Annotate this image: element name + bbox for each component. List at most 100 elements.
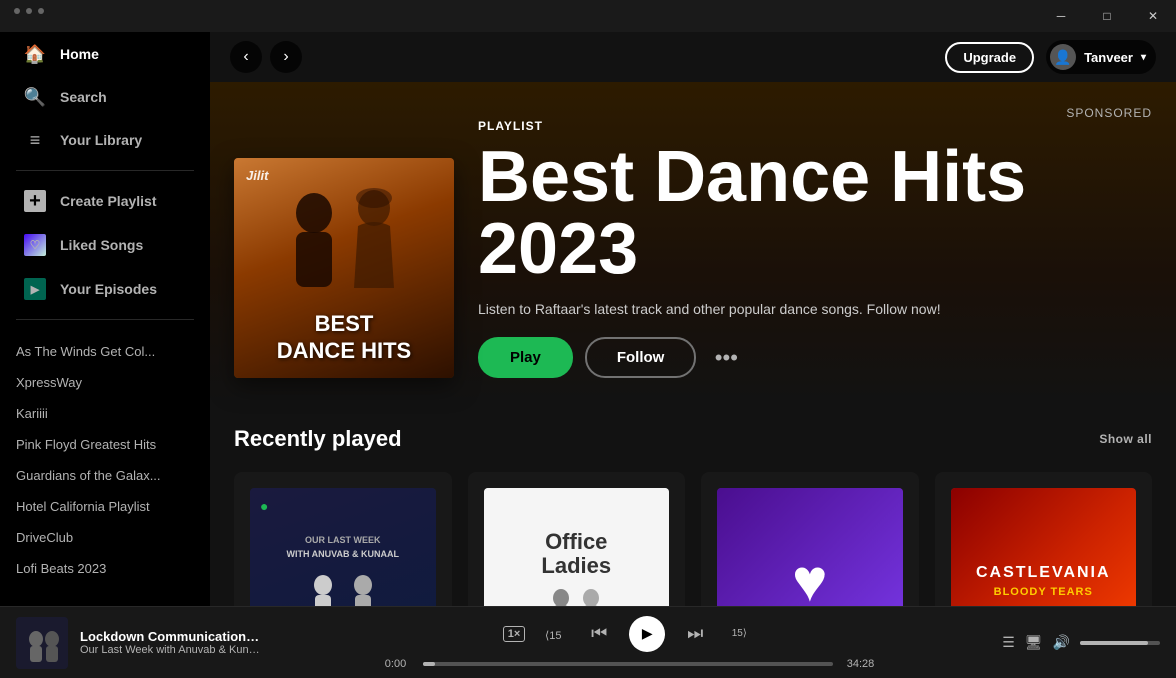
player-time-total: 34:28	[843, 658, 878, 670]
spotify-logo-icon: ●	[260, 498, 280, 518]
more-options-button[interactable]: •••	[708, 340, 744, 376]
maximize-button[interactable]: □	[1084, 0, 1130, 32]
player-center: 1× ⟨15 ⏮ ▶ ⏭ 15⟩ 0:00 34:28	[312, 616, 944, 670]
titlebar-dot-1	[14, 8, 20, 14]
prev-track-button[interactable]: ⏮	[585, 620, 613, 648]
upgrade-button[interactable]: Upgrade	[945, 42, 1034, 73]
hero-image: Jilit BESTDANCE HITS	[234, 158, 454, 378]
hero-section: Jilit BESTDANCE HITS	[210, 82, 1176, 402]
player-track-name: Lockdown Communication Breakdow	[80, 629, 260, 644]
player-controls: 1× ⟨15 ⏮ ▶ ⏭ 15⟩	[503, 616, 754, 652]
hero-actions: Play Follow •••	[478, 337, 1152, 378]
main-content: ‹ › Upgrade 👤 Tanveer ▾ Jilit	[210, 32, 1176, 606]
queue-button[interactable]: ☰	[1002, 634, 1015, 651]
svg-text:⟨15: ⟨15	[545, 630, 562, 642]
playlist-item-5[interactable]: Hotel California Playlist	[0, 491, 210, 522]
cards-grid: ● OUR LAST WEEK WITH ANUVAB & KUNAAL	[234, 472, 1152, 606]
home-icon: 🏠	[24, 43, 46, 65]
liked-songs-button[interactable]: ♡ Liked Songs	[8, 224, 202, 266]
playlist-item-0[interactable]: As The Winds Get Col...	[0, 336, 210, 367]
header-right: Upgrade 👤 Tanveer ▾	[945, 40, 1156, 74]
sidebar-item-home-label: Home	[60, 46, 99, 62]
card4-sub-title: BLOODY TEARS	[994, 586, 1093, 598]
player-track-artist: Our Last Week with Anuvab & Kunaal (Engl…	[80, 644, 260, 656]
hero-tag: PLAYLIST	[478, 119, 1152, 133]
card-image-2: ♥	[717, 488, 903, 606]
player-track-info: Lockdown Communication Breakdow Our Last…	[16, 617, 296, 669]
play-pause-button[interactable]: ▶	[629, 616, 665, 652]
sidebar-item-library-label: Your Library	[60, 132, 142, 148]
playlist-list: As The Winds Get Col... XpressWay Kariii…	[0, 336, 210, 584]
nav-arrows: ‹ ›	[230, 41, 302, 73]
player-thumbnail	[16, 617, 68, 669]
section-header: Recently played Show all	[234, 426, 1152, 452]
episodes-icon: ▶	[24, 278, 46, 300]
volume-bar[interactable]	[1080, 641, 1160, 645]
hero-info: PLAYLIST Best Dance Hits 2023 Listen to …	[478, 119, 1152, 378]
show-all-link[interactable]: Show all	[1099, 432, 1152, 446]
back-button[interactable]: ‹	[230, 41, 262, 73]
player-time-current: 0:00	[378, 658, 413, 670]
user-menu-button[interactable]: 👤 Tanveer ▾	[1046, 40, 1156, 74]
forward-button[interactable]: ›	[270, 41, 302, 73]
player-bar: Lockdown Communication Breakdow Our Last…	[0, 606, 1176, 678]
titlebar-dot-2	[26, 8, 32, 14]
liked-songs-label: Liked Songs	[60, 237, 143, 253]
your-episodes-button[interactable]: ▶ Your Episodes	[8, 268, 202, 310]
search-icon: 🔍	[24, 86, 46, 108]
main-header: ‹ › Upgrade 👤 Tanveer ▾	[210, 32, 1176, 82]
hero-title: Best Dance Hits 2023	[478, 141, 1152, 285]
sidebar-item-home[interactable]: 🏠 Home	[8, 33, 202, 75]
playlist-item-3[interactable]: Pink Floyd Greatest Hits	[0, 429, 210, 460]
create-playlist-button[interactable]: + Create Playlist	[8, 180, 202, 222]
next-track-button[interactable]: ⏭	[681, 620, 709, 648]
titlebar-dot-3	[38, 8, 44, 14]
minimize-button[interactable]: ─	[1038, 0, 1084, 32]
player-progress: 0:00 34:28	[378, 658, 878, 670]
hero-wrapper: Jilit BESTDANCE HITS	[210, 82, 1176, 402]
user-chevron-icon: ▾	[1141, 52, 1146, 63]
card4-main-title: CASTLEVANIA	[976, 563, 1111, 582]
card-image-1: OfficeLadies	[484, 488, 670, 606]
sidebar-divider-1	[16, 170, 194, 171]
card-image-text-1: OfficeLadies	[526, 520, 626, 606]
card-image-0: ● OUR LAST WEEK WITH ANUVAB & KUNAAL	[250, 488, 436, 606]
fast-forward-button[interactable]: 15⟩	[725, 620, 753, 648]
sponsored-label: SPONSORED	[1066, 106, 1152, 120]
library-icon: ≡	[24, 129, 46, 151]
playlist-item-4[interactable]: Guardians of the Galax...	[0, 460, 210, 491]
card-1[interactable]: OfficeLadies Office La	[468, 472, 686, 606]
heart-icon: ♥	[792, 546, 828, 606]
card-3[interactable]: CASTLEVANIA BLOODY TEARS Castlevania: Bl…	[935, 472, 1153, 606]
main-nav: 🏠 Home 🔍 Search ≡ Your Library	[0, 32, 210, 162]
sidebar-item-library[interactable]: ≡ Your Library	[8, 119, 202, 161]
create-playlist-label: Create Playlist	[60, 193, 157, 209]
progress-bar[interactable]	[423, 662, 833, 666]
card-0[interactable]: ● OUR LAST WEEK WITH ANUVAB & KUNAAL	[234, 472, 452, 606]
sidebar-item-search-label: Search	[60, 89, 107, 105]
plus-icon: +	[24, 190, 46, 212]
rewind-button[interactable]: ⟨15	[541, 620, 569, 648]
devices-button[interactable]: 🖥	[1025, 634, 1043, 651]
card-2[interactable]: ♥ Liked Songs Playlist	[701, 472, 919, 606]
username-label: Tanveer	[1084, 50, 1133, 65]
playlist-item-6[interactable]: DriveClub	[0, 522, 210, 553]
speed-badge[interactable]: 1×	[503, 626, 526, 642]
hero-description: Listen to Raftaar's latest track and oth…	[478, 301, 1152, 317]
player-right-controls: ☰ 🖥 🔊	[960, 634, 1160, 651]
user-avatar: 👤	[1050, 44, 1076, 70]
follow-button[interactable]: Follow	[585, 337, 697, 378]
playlist-item-7[interactable]: Lofi Beats 2023	[0, 553, 210, 584]
sidebar-divider-2	[16, 319, 194, 320]
volume-fill	[1080, 641, 1148, 645]
play-button[interactable]: Play	[478, 337, 573, 378]
close-button[interactable]: ✕	[1130, 0, 1176, 32]
hero-image-label: BESTDANCE HITS	[277, 311, 411, 364]
volume-button[interactable]: 🔊	[1053, 634, 1070, 651]
sidebar: 🏠 Home 🔍 Search ≡ Your Library + Create …	[0, 32, 210, 606]
playlist-item-1[interactable]: XpressWay	[0, 367, 210, 398]
liked-songs-icon: ♡	[24, 234, 46, 256]
hero-people-svg	[254, 178, 434, 318]
playlist-item-2[interactable]: Kariiii	[0, 398, 210, 429]
sidebar-item-search[interactable]: 🔍 Search	[8, 76, 202, 118]
